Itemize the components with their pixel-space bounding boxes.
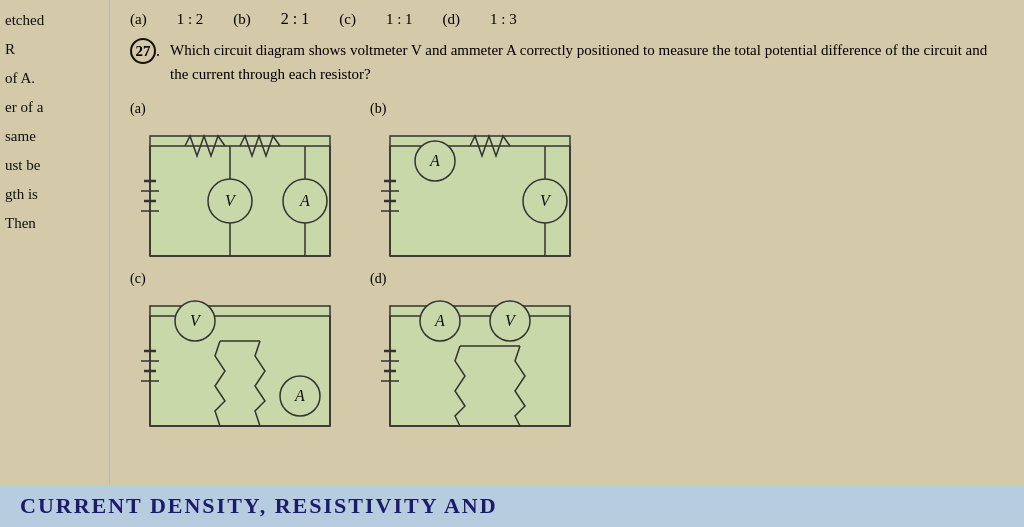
option-a-value: 1 : 2 [177, 11, 204, 28]
sidebar-text-2: R [5, 39, 104, 60]
diagram-a-svg: V A [130, 121, 340, 276]
sidebar-text-5: same [5, 126, 104, 147]
diagram-a-label: (a) [130, 101, 146, 117]
diagram-d-label: (d) [370, 271, 386, 287]
option-b-value: 2 : 1 [281, 10, 309, 28]
option-d-value: 1 : 3 [490, 11, 517, 28]
main-content: (a) 1 : 2 (b) 2 : 1 (c) 1 : 1 (d) 1 : 3 … [110, 0, 1024, 527]
bottom-text: CURRENT DENSITY, RESISTIVITY AND [20, 493, 498, 518]
diagram-b: (b) [370, 101, 580, 276]
sidebar-text-7: gth is [5, 184, 104, 205]
diagram-d-svg: A V [370, 291, 580, 446]
option-b-label: (b) [233, 11, 251, 28]
question-block: 27. Which circuit diagram shows voltmete… [130, 38, 1004, 86]
svg-text:A: A [429, 152, 440, 169]
left-sidebar: etched R of A. er of a same ust be gth i… [0, 0, 110, 527]
sidebar-text-6: ust be [5, 155, 104, 176]
question-text: Which circuit diagram shows voltmeter V … [170, 38, 1004, 86]
diagrams-row-2: (c) [130, 271, 1004, 446]
diagram-b-label: (b) [370, 101, 386, 117]
diagram-a: (a) [130, 101, 340, 276]
question-number: 27. [130, 38, 160, 86]
option-a-label: (a) [130, 11, 147, 28]
option-d-label: (d) [443, 11, 461, 28]
diagram-c-svg: V A [130, 291, 340, 446]
option-c-value: 1 : 1 [386, 11, 413, 28]
option-c-label: (c) [339, 11, 356, 28]
svg-text:A: A [434, 312, 445, 329]
diagrams-row: (a) [130, 101, 1004, 276]
sidebar-text-4: er of a [5, 97, 104, 118]
sidebar-text-1: etched [5, 10, 104, 31]
circle-number: 27 [130, 38, 156, 64]
diagram-c-label: (c) [130, 271, 146, 287]
svg-rect-53 [390, 306, 570, 426]
sidebar-text-8: Then [5, 213, 104, 234]
top-options: (a) 1 : 2 (b) 2 : 1 (c) 1 : 1 (d) 1 : 3 [130, 10, 1004, 28]
svg-text:A: A [294, 387, 305, 404]
diagram-d: (d) [370, 271, 580, 446]
page: etched R of A. er of a same ust be gth i… [0, 0, 1024, 527]
diagram-b-svg: A V [370, 121, 580, 276]
diagram-c: (c) [130, 271, 340, 446]
sidebar-text-3: of A. [5, 68, 104, 89]
bottom-bar: CURRENT DENSITY, RESISTIVITY AND [0, 485, 1024, 527]
svg-text:A: A [299, 192, 310, 209]
